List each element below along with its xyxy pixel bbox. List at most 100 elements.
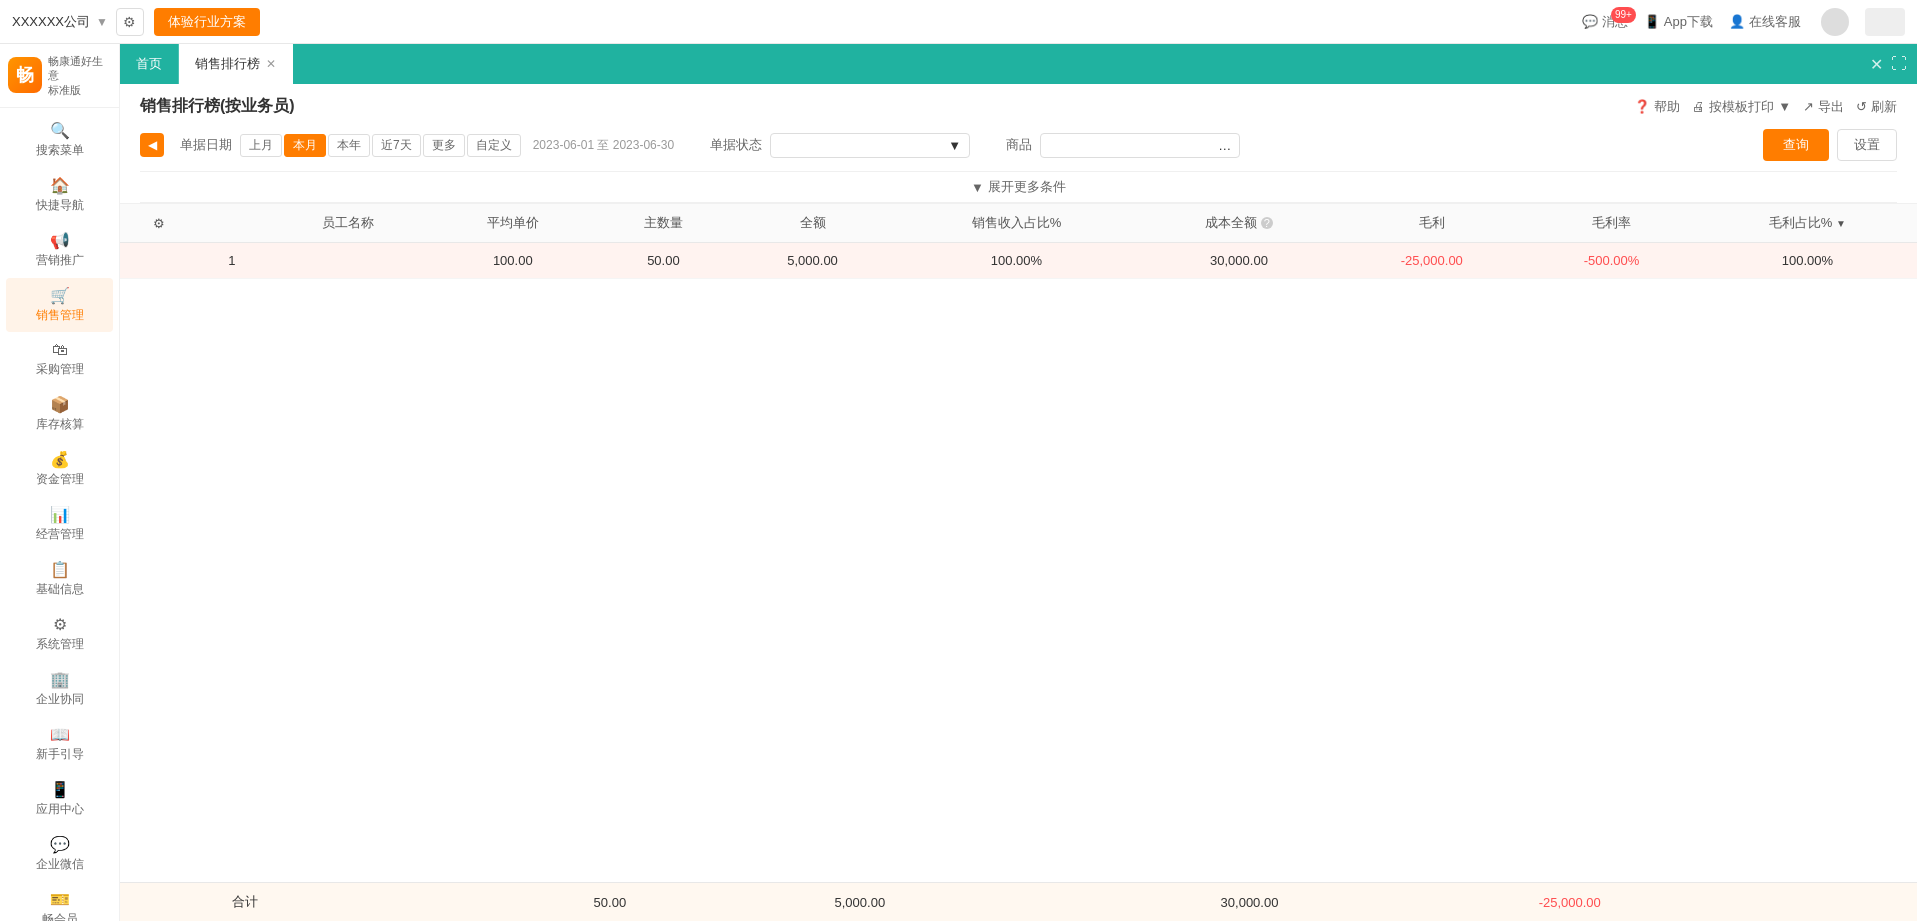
service-icon: 👤 — [1729, 14, 1745, 29]
footer-table: 合计 50.00 5,000.00 30,000.00 -25,000.00 — [120, 883, 1917, 921]
online-service-btn[interactable]: 👤 在线客服 — [1729, 13, 1801, 31]
message-btn[interactable]: 💬 消息 99+ — [1582, 13, 1628, 31]
user-avatar[interactable] — [1821, 8, 1849, 36]
trial-industry-btn[interactable]: 体验行业方案 — [154, 8, 260, 36]
sidebar-label-inventory: 库存核算 — [36, 416, 84, 433]
footer-amount: 5,000.00 — [718, 883, 1002, 921]
date-range-text: 2023-06-01 至 2023-06-30 — [533, 137, 674, 154]
sidebar-item-search[interactable]: 🔍搜索菜单 — [6, 113, 113, 167]
sidebar-item-member[interactable]: 🎫畅会员 — [6, 882, 113, 921]
sidebar-label-wechat: 企业微信 — [36, 856, 84, 873]
expand-down-icon: ▼ — [971, 180, 984, 195]
sidebar-icon-marketing-promo: 📢 — [50, 231, 70, 250]
tab-close-btn[interactable]: ✕ — [1870, 55, 1883, 74]
refresh-btn[interactable]: ↺ 刷新 — [1856, 98, 1897, 116]
filter-area: ◀ 单据日期 上月 本月 本年 近7天 更多 自定义 2023- — [140, 129, 1897, 172]
th-avg-price: 平均单价 — [430, 204, 595, 243]
table-header-row: ⚙ 员工名称 平均单价 主数量 全额 销售收入占比% 成本全额 ? 毛利 毛利率… — [120, 204, 1917, 243]
date-current-month-btn[interactable]: 本月 — [284, 134, 326, 157]
sidebar-label-marketing-promo: 营销推广 — [36, 252, 84, 269]
sidebar-label-system: 系统管理 — [36, 636, 84, 653]
print-dropdown-icon: ▼ — [1778, 99, 1791, 114]
print-btn[interactable]: 🖨 按模板打印 ▼ — [1692, 98, 1791, 116]
sidebar-label-finance: 资金管理 — [36, 471, 84, 488]
sidebar-nav: 🔍搜索菜单🏠快捷导航 📢 营销推广 🛒销售管理🛍采购管理 📦 库存核算 💰 资金管理 📊经营管理… — [0, 108, 119, 921]
th-settings[interactable]: ⚙ — [120, 204, 198, 243]
help-btn[interactable]: ❓ 帮助 — [1634, 98, 1680, 116]
date-custom-btn[interactable]: 自定义 — [467, 134, 521, 157]
sidebar-icon-shortcut: 🏠 — [50, 176, 70, 195]
date-current-year-btn[interactable]: 本年 — [328, 134, 370, 157]
footer-sales-pct — [1002, 883, 1093, 921]
sidebar-item-wechat[interactable]: 💬企业微信 — [6, 827, 113, 881]
sidebar-icon-enterprise: 🏢 — [50, 670, 70, 689]
sidebar-item-purchase[interactable]: 🛍采购管理 — [6, 333, 113, 386]
sidebar-item-app-center[interactable]: 📱应用中心 — [6, 772, 113, 826]
table-footer: 合计 50.00 5,000.00 30,000.00 -25,000.00 — [120, 882, 1917, 921]
sidebar-icon-app-center: 📱 — [50, 780, 70, 799]
top-bar-right: 💬 消息 99+ 📱 App下载 👤 在线客服 — [1582, 8, 1905, 36]
sidebar-icon-search: 🔍 — [50, 121, 70, 140]
sidebar-item-shortcut[interactable]: 🏠快捷导航 — [6, 168, 113, 222]
sidebar-icon-finance: 💰 — [50, 450, 70, 469]
sidebar-icon-basic-info: 📋 — [50, 560, 70, 579]
sidebar-item-operation[interactable]: 📊经营管理 — [6, 497, 113, 551]
message-icon: 💬 — [1582, 14, 1598, 29]
query-btn[interactable]: 查询 — [1763, 129, 1829, 161]
sidebar-logo: 畅 畅康通好生意 标准版 — [0, 44, 119, 108]
goods-select[interactable]: … — [1040, 133, 1240, 158]
company-selector[interactable]: XXXXXX公司 ▼ — [12, 13, 108, 31]
page-settings-btn[interactable]: 设置 — [1837, 129, 1897, 161]
table-section: ⚙ 员工名称 平均单价 主数量 全额 销售收入占比% 成本全额 ? 毛利 毛利率… — [120, 204, 1917, 921]
sidebar-label-operation: 经营管理 — [36, 526, 84, 543]
sidebar-item-finance[interactable]: 💰 资金管理 — [6, 442, 113, 496]
date-7days-btn[interactable]: 近7天 — [372, 134, 421, 157]
sidebar-icon-system: ⚙ — [53, 615, 67, 634]
sidebar-item-inventory[interactable]: 📦 库存核算 — [6, 387, 113, 441]
sidebar-item-marketing-promo[interactable]: 📢 营销推广 — [6, 223, 113, 277]
expand-row: ▼ 展开更多条件 — [140, 172, 1897, 203]
th-qty: 主数量 — [595, 204, 732, 243]
tab-close-icon[interactable]: ✕ — [266, 57, 276, 71]
footer-qty: 50.00 — [502, 883, 718, 921]
goods-more-icon: … — [1218, 138, 1231, 153]
expand-conditions-btn[interactable]: ▼ 展开更多条件 — [971, 178, 1066, 196]
goods-filter-group: 商品 … — [1006, 133, 1240, 158]
app-download-btn[interactable]: 📱 App下载 — [1644, 13, 1713, 31]
sidebar-item-basic-info[interactable]: 📋基础信息 — [6, 552, 113, 606]
settings-gear-btn[interactable]: ⚙ — [116, 8, 144, 36]
tab-home[interactable]: 首页 — [120, 44, 179, 84]
tab-home-label: 首页 — [136, 55, 162, 73]
td-amount-0: 5,000.00 — [732, 243, 894, 279]
sidebar-item-guide[interactable]: 📖新手引导 — [6, 717, 113, 771]
status-filter-label: 单据状态 — [710, 136, 762, 154]
sidebar-icon-member: 🎫 — [50, 890, 70, 909]
date-prev-month-btn[interactable]: 上月 — [240, 134, 282, 157]
tab-sales-rank[interactable]: 销售排行榜 ✕ — [179, 44, 293, 84]
td-cost-0: 30,000.00 — [1140, 243, 1339, 279]
th-sales-pct: 销售收入占比% — [893, 204, 1139, 243]
page-title-row: 销售排行榜(按业务员) ❓ 帮助 🖨 按模板打印 ▼ ↗ — [140, 96, 1897, 117]
sidebar-icon-inventory: 📦 — [50, 395, 70, 414]
footer-row: 合计 50.00 5,000.00 30,000.00 -25,000.00 — [120, 883, 1917, 921]
sidebar-label-enterprise: 企业协同 — [36, 691, 84, 708]
user-name-area — [1865, 8, 1905, 36]
tab-sales-rank-label: 销售排行榜 — [195, 55, 260, 73]
tab-fullscreen-btn[interactable]: ⛶ — [1891, 55, 1907, 73]
td-avg-price-0: 100.00 — [430, 243, 595, 279]
td-gross-rate-0: -500.00% — [1525, 243, 1698, 279]
collapse-filter-btn[interactable]: ◀ — [140, 133, 164, 157]
status-select[interactable]: ▼ — [770, 133, 970, 158]
sidebar: 畅 畅康通好生意 标准版 🔍搜索菜单🏠快捷导航 📢 营销推广 🛒销售管理🛍采购管理 📦 库… — [0, 44, 120, 921]
page-title: 销售排行榜(按业务员) — [140, 96, 295, 117]
help-icon: ❓ — [1634, 99, 1650, 114]
expand-label: 展开更多条件 — [988, 178, 1066, 196]
td-name-0 — [266, 243, 431, 279]
sidebar-item-enterprise[interactable]: 🏢 企业协同 — [6, 662, 113, 716]
footer-total-label: 合计 — [220, 883, 411, 921]
export-btn[interactable]: ↗ 导出 — [1803, 98, 1844, 116]
date-more-btn[interactable]: 更多 — [423, 134, 465, 157]
sidebar-icon-purchase: 🛍 — [52, 341, 68, 359]
sidebar-item-system[interactable]: ⚙ 系统管理 — [6, 607, 113, 661]
sidebar-item-sales[interactable]: 🛒销售管理 — [6, 278, 113, 332]
